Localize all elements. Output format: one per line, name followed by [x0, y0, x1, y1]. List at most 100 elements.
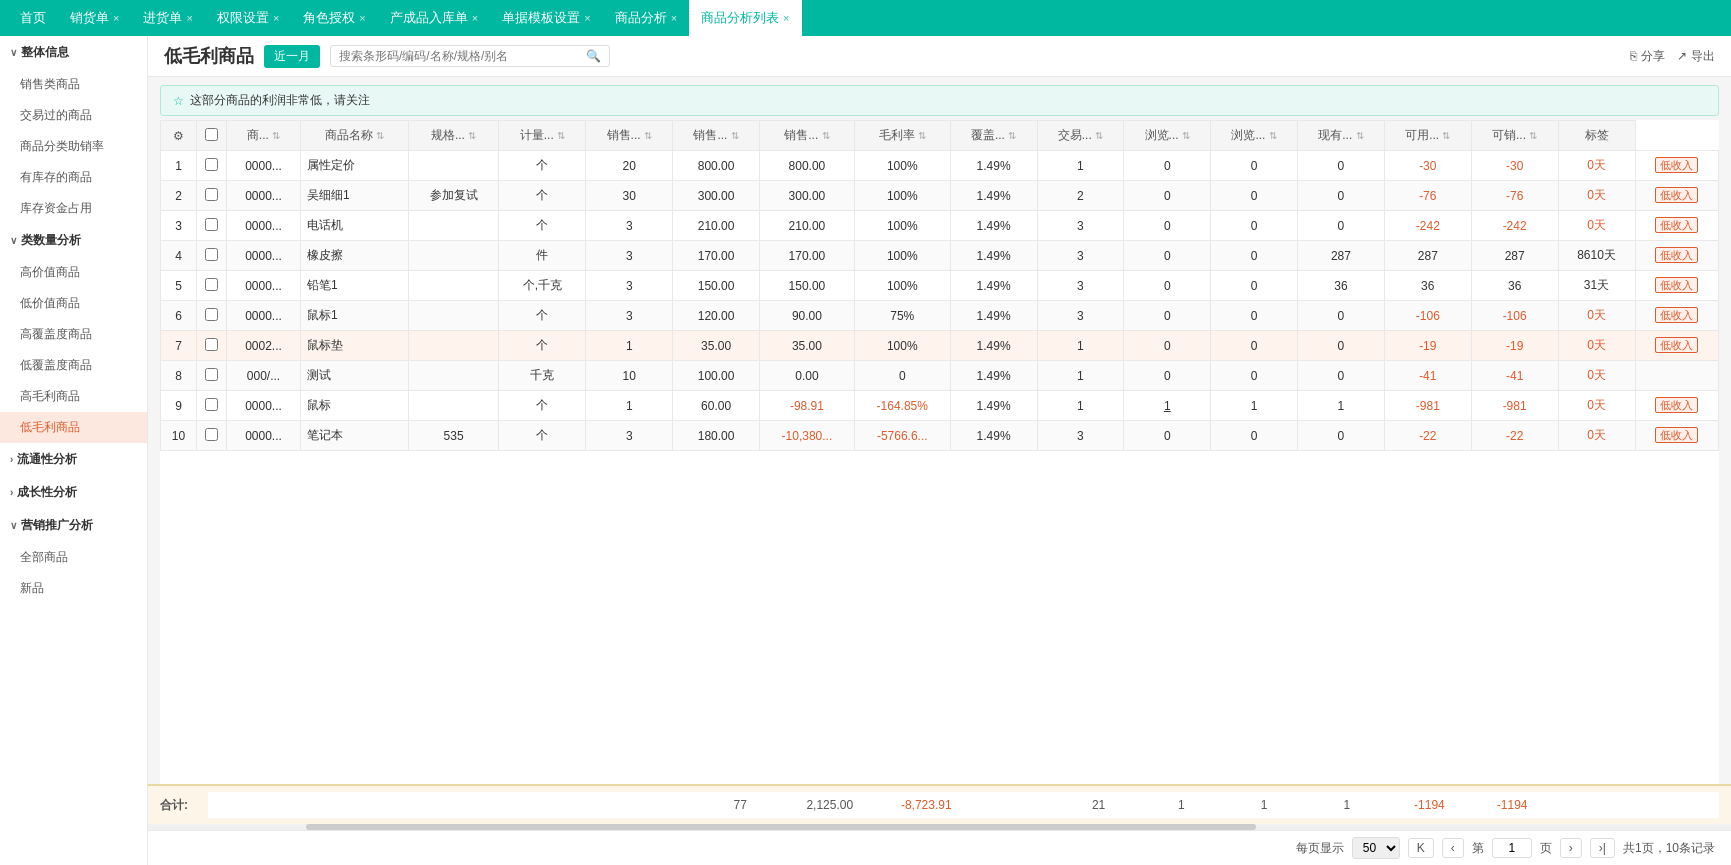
- close-icon[interactable]: ×: [359, 12, 365, 24]
- col-name[interactable]: 商品名称 ⇅: [300, 121, 408, 151]
- sidebar-collapse-button[interactable]: «: [147, 66, 148, 106]
- row-checkbox-cell[interactable]: [197, 391, 227, 421]
- row-index: 8: [161, 361, 197, 391]
- row-checkbox-cell[interactable]: [197, 361, 227, 391]
- close-icon[interactable]: ×: [186, 12, 192, 24]
- row-checkbox[interactable]: [205, 248, 218, 261]
- data-table-container[interactable]: ⚙ 商... ⇅ 商品名称 ⇅ 规格... ⇅ 计量... ⇅ 销售... ⇅ …: [160, 120, 1719, 784]
- row-checkbox[interactable]: [205, 188, 218, 201]
- row-unit: 个: [499, 181, 586, 211]
- row-transactions[interactable]: 0: [1124, 181, 1211, 211]
- close-icon[interactable]: ×: [113, 12, 119, 24]
- row-transactions[interactable]: 0: [1124, 361, 1211, 391]
- sidebar-item-high-margin[interactable]: 高毛利商品: [0, 381, 147, 412]
- col-stock-current[interactable]: 现有... ⇅: [1298, 121, 1385, 151]
- col-sales-amt[interactable]: 销售... ⇅: [673, 121, 760, 151]
- row-transactions[interactable]: 0: [1124, 271, 1211, 301]
- col-sales-profit[interactable]: 销售... ⇅: [760, 121, 855, 151]
- sidebar-group-circulation-analysis[interactable]: › 流通性分析: [0, 443, 147, 476]
- sidebar-group-overall-info[interactable]: ∨ 整体信息: [0, 36, 147, 69]
- col-settings[interactable]: ⚙: [161, 121, 197, 151]
- col-coverage[interactable]: 覆盖... ⇅: [950, 121, 1037, 151]
- col-sales-qty[interactable]: 销售... ⇅: [586, 121, 673, 151]
- sidebar-item-low-margin[interactable]: 低毛利商品: [0, 412, 147, 443]
- col-spec[interactable]: 规格... ⇅: [408, 121, 499, 151]
- last-page-button[interactable]: ›|: [1590, 838, 1615, 858]
- row-checkbox[interactable]: [205, 398, 218, 411]
- close-icon[interactable]: ×: [584, 12, 590, 24]
- sidebar-item-high-value[interactable]: 高价值商品: [0, 257, 147, 288]
- nav-sales-order[interactable]: 销货单 ×: [58, 0, 131, 36]
- share-button[interactable]: ⎘ 分享: [1630, 48, 1665, 65]
- row-transactions[interactable]: 0: [1124, 421, 1211, 451]
- row-transactions[interactable]: 0: [1124, 151, 1211, 181]
- sidebar-item-high-coverage[interactable]: 高覆盖度商品: [0, 319, 147, 350]
- sidebar-item-low-value[interactable]: 低价值商品: [0, 288, 147, 319]
- col-unit[interactable]: 计量... ⇅: [499, 121, 586, 151]
- row-checkbox[interactable]: [205, 278, 218, 291]
- close-icon[interactable]: ×: [671, 12, 677, 24]
- row-checkbox-cell[interactable]: [197, 271, 227, 301]
- sidebar-item-sales-goods[interactable]: 销售类商品: [0, 69, 147, 100]
- search-box[interactable]: 🔍: [330, 45, 610, 67]
- row-checkbox-cell[interactable]: [197, 241, 227, 271]
- nav-product-inbound[interactable]: 产成品入库单 ×: [378, 0, 490, 36]
- col-code[interactable]: 商... ⇅: [227, 121, 301, 151]
- close-icon[interactable]: ×: [472, 12, 478, 24]
- row-checkbox-cell[interactable]: [197, 151, 227, 181]
- row-transactions[interactable]: 0: [1124, 241, 1211, 271]
- row-checkbox[interactable]: [205, 338, 218, 351]
- close-icon[interactable]: ×: [783, 12, 789, 24]
- row-transactions[interactable]: 0: [1124, 211, 1211, 241]
- nav-product-analysis[interactable]: 商品分析 ×: [603, 0, 689, 36]
- row-transactions[interactable]: 1: [1124, 391, 1211, 421]
- page-size-select[interactable]: 50: [1352, 837, 1400, 859]
- sidebar-item-low-coverage[interactable]: 低覆盖度商品: [0, 350, 147, 381]
- row-checkbox-cell[interactable]: [197, 331, 227, 361]
- sidebar-item-category-rate[interactable]: 商品分类助销率: [0, 131, 147, 162]
- page-number-input[interactable]: [1492, 838, 1532, 858]
- nav-permission-settings[interactable]: 权限设置 ×: [205, 0, 291, 36]
- first-page-button[interactable]: K: [1408, 838, 1434, 858]
- nav-role-auth[interactable]: 角色授权 ×: [291, 0, 377, 36]
- col-profit-rate[interactable]: 毛利率 ⇅: [854, 121, 950, 151]
- row-checkbox[interactable]: [205, 308, 218, 321]
- col-views1[interactable]: 浏览... ⇅: [1124, 121, 1211, 151]
- row-checkbox-cell[interactable]: [197, 211, 227, 241]
- row-checkbox-cell[interactable]: [197, 421, 227, 451]
- next-page-button[interactable]: ›: [1560, 838, 1582, 858]
- sidebar-item-new-goods[interactable]: 新品: [0, 573, 147, 604]
- row-checkbox[interactable]: [205, 158, 218, 171]
- nav-purchase-order[interactable]: 进货单 ×: [131, 0, 204, 36]
- col-views2[interactable]: 浏览... ⇅: [1211, 121, 1298, 151]
- sidebar-item-all-goods[interactable]: 全部商品: [0, 542, 147, 573]
- nav-home[interactable]: 首页: [8, 0, 58, 36]
- row-checkbox[interactable]: [205, 218, 218, 231]
- col-transactions[interactable]: 交易... ⇅: [1037, 121, 1124, 151]
- sidebar-item-traded-goods[interactable]: 交易过的商品: [0, 100, 147, 131]
- tag-badge: 低收入: [1655, 337, 1698, 353]
- select-all-checkbox[interactable]: [205, 128, 218, 141]
- export-button[interactable]: ↗ 导出: [1677, 48, 1715, 65]
- prev-page-button[interactable]: ‹: [1442, 838, 1464, 858]
- time-filter-button[interactable]: 近一月: [264, 45, 320, 68]
- sidebar-item-stock-capital[interactable]: 库存资金占用: [0, 193, 147, 224]
- row-checkbox[interactable]: [205, 368, 218, 381]
- close-icon[interactable]: ×: [273, 12, 279, 24]
- col-stock-avail[interactable]: 可用... ⇅: [1384, 121, 1471, 151]
- row-transactions[interactable]: 0: [1124, 331, 1211, 361]
- sidebar-group-marketing-analysis[interactable]: ∨ 营销推广分析: [0, 509, 147, 542]
- col-stock-salable[interactable]: 可销... ⇅: [1471, 121, 1558, 151]
- row-checkbox-cell[interactable]: [197, 181, 227, 211]
- row-transactions[interactable]: 0: [1124, 301, 1211, 331]
- search-input[interactable]: [339, 49, 586, 63]
- row-checkbox[interactable]: [205, 428, 218, 441]
- sidebar-group-quantity-analysis[interactable]: ∨ 类数量分析: [0, 224, 147, 257]
- row-checkbox-cell[interactable]: [197, 301, 227, 331]
- sidebar-group-growth-analysis[interactable]: › 成长性分析: [0, 476, 147, 509]
- nav-template-settings[interactable]: 单据模板设置 ×: [490, 0, 602, 36]
- col-checkbox[interactable]: [197, 121, 227, 151]
- sidebar-item-in-stock-goods[interactable]: 有库存的商品: [0, 162, 147, 193]
- nav-product-analysis-list[interactable]: 商品分析列表 ×: [689, 0, 801, 36]
- search-icon[interactable]: 🔍: [586, 49, 601, 63]
